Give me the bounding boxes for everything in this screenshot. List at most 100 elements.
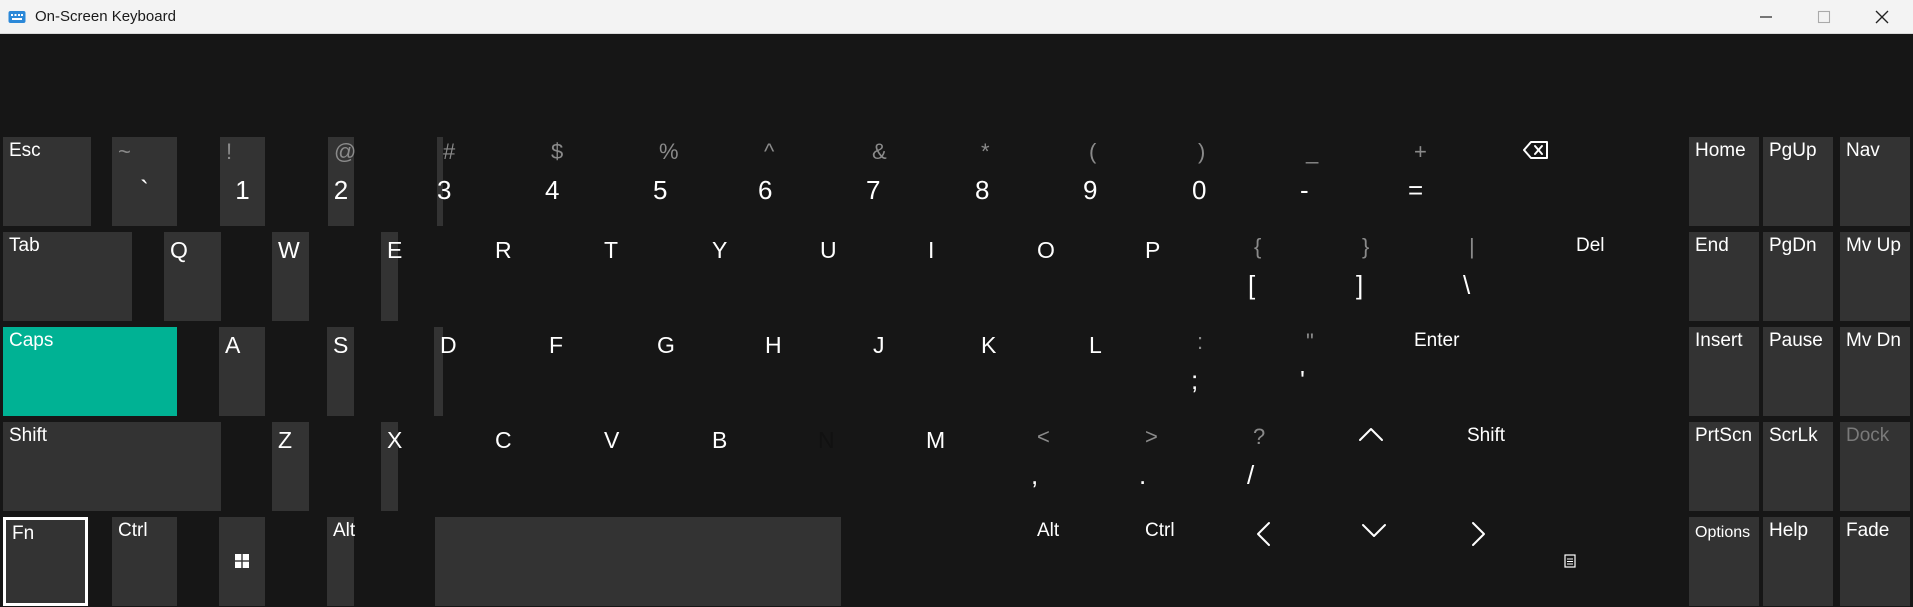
key-3[interactable]: #3 — [437, 137, 455, 226]
key-lshift[interactable]: Shift — [3, 422, 221, 511]
shift-symbol: + — [1414, 139, 1427, 164]
key-d[interactable]: D — [434, 327, 457, 416]
chevron-left-icon — [1255, 521, 1271, 552]
key-label: Ctrl — [1145, 520, 1175, 541]
key-label: PgUp — [1769, 140, 1817, 161]
key-lctrl[interactable]: Ctrl — [112, 517, 177, 606]
key-label: Del — [1576, 235, 1605, 256]
key-label: Y — [712, 237, 728, 263]
shift-symbol: ? — [1253, 424, 1266, 449]
key-label: Tab — [9, 235, 40, 256]
key-label: Z — [278, 427, 293, 453]
key-w[interactable]: W — [272, 232, 309, 321]
key-label: W — [278, 237, 300, 263]
key-label: Enter — [1414, 330, 1460, 351]
key-1[interactable]: ! 1 — [220, 137, 265, 226]
main-symbol: 1 — [235, 175, 250, 205]
key-dock[interactable]: Dock — [1840, 422, 1910, 511]
key-mvup[interactable]: Mv Up — [1840, 232, 1910, 321]
close-icon — [1875, 10, 1889, 23]
key-help[interactable]: Help — [1763, 517, 1833, 606]
key-label: Nav — [1846, 140, 1880, 161]
key-caps[interactable]: Caps — [3, 327, 177, 416]
shift-symbol: _ — [1306, 139, 1319, 164]
window-title: On-Screen Keyboard — [35, 8, 176, 25]
shift-symbol: " — [1306, 329, 1314, 354]
key-label: L — [1089, 332, 1102, 358]
shift-symbol: $ — [551, 139, 564, 164]
key-label: Mv Dn — [1846, 330, 1901, 351]
key-label: Alt — [333, 520, 356, 541]
shift-symbol: : — [1197, 329, 1204, 354]
key-pause[interactable]: Pause — [1763, 327, 1833, 416]
key-end[interactable]: End — [1689, 232, 1759, 321]
key-label: Esc — [9, 140, 41, 161]
key-esc[interactable]: Esc — [3, 137, 91, 226]
minimize-button[interactable] — [1737, 0, 1795, 33]
context-menu-icon — [1564, 554, 1576, 573]
main-symbol: 3 — [437, 175, 452, 205]
close-button[interactable] — [1853, 0, 1911, 33]
key-label: Insert — [1695, 330, 1743, 351]
key-lalt[interactable]: Alt — [327, 517, 356, 606]
key-tab[interactable]: Tab — [3, 232, 132, 321]
key-label: Home — [1695, 140, 1746, 161]
key-label: G — [657, 332, 675, 358]
shift-symbol: { — [1254, 234, 1262, 259]
chevron-down-icon — [1361, 523, 1387, 544]
key-prtscn[interactable]: PrtScn — [1689, 422, 1759, 511]
key-label: Help — [1769, 520, 1809, 541]
keyboard-icon — [8, 8, 26, 24]
key-label: Q — [170, 237, 188, 263]
key-label: PgDn — [1769, 235, 1817, 256]
key-home[interactable]: Home — [1689, 137, 1759, 226]
key-backtick[interactable]: ~ ` — [112, 137, 177, 226]
key-s[interactable]: S — [327, 327, 354, 416]
key-label: K — [981, 332, 997, 358]
key-pgdn[interactable]: PgDn — [1763, 232, 1833, 321]
main-symbol: 2 — [333, 175, 349, 205]
key-insert[interactable]: Insert — [1689, 327, 1759, 416]
key-fade[interactable]: Fade — [1840, 517, 1910, 606]
maximize-icon — [1817, 10, 1831, 23]
windows-icon — [235, 554, 249, 573]
key-label: Ctrl — [118, 520, 148, 541]
key-label: J — [873, 332, 885, 358]
key-2[interactable]: @2 — [328, 137, 356, 226]
key-label: Dock — [1846, 425, 1890, 446]
key-mvdn[interactable]: Mv Dn — [1840, 327, 1910, 416]
key-label: C — [495, 427, 512, 453]
key-label: D — [440, 332, 457, 358]
shift-symbol: ( — [1089, 139, 1097, 164]
key-q[interactable]: Q — [164, 232, 221, 321]
key-e[interactable]: E — [381, 232, 402, 321]
key-label: R — [495, 237, 512, 263]
key-z[interactable]: Z — [272, 422, 309, 511]
key-pgup[interactable]: PgUp — [1763, 137, 1833, 226]
key-a[interactable]: A — [219, 327, 265, 416]
key-label: E — [387, 237, 403, 263]
key-win[interactable] — [219, 517, 265, 606]
maximize-button[interactable] — [1795, 0, 1853, 33]
key-label: ScrLk — [1769, 425, 1818, 446]
key-label: N — [818, 427, 835, 453]
key-label: M — [926, 427, 946, 453]
key-x[interactable]: X — [381, 422, 402, 511]
key-label: Options — [1695, 524, 1751, 541]
chevron-up-icon — [1358, 426, 1384, 447]
key-label: Shift — [1467, 425, 1506, 446]
shift-symbol: % — [659, 139, 679, 164]
shift-symbol: } — [1362, 234, 1370, 259]
key-fn[interactable]: Fn — [3, 517, 88, 606]
shift-symbol: # — [443, 139, 456, 164]
key-scrlk[interactable]: ScrLk — [1763, 422, 1833, 511]
key-options[interactable]: Options — [1689, 517, 1759, 606]
key-label: PrtScn — [1695, 425, 1753, 446]
key-label: Alt — [1037, 520, 1060, 541]
main-symbol: ` — [140, 175, 149, 205]
key-nav[interactable]: Nav — [1840, 137, 1910, 226]
key-space[interactable] — [435, 517, 841, 606]
backspace-icon — [1523, 140, 1549, 165]
shift-symbol: ~ — [118, 139, 131, 164]
shift-symbol: & — [872, 139, 887, 164]
